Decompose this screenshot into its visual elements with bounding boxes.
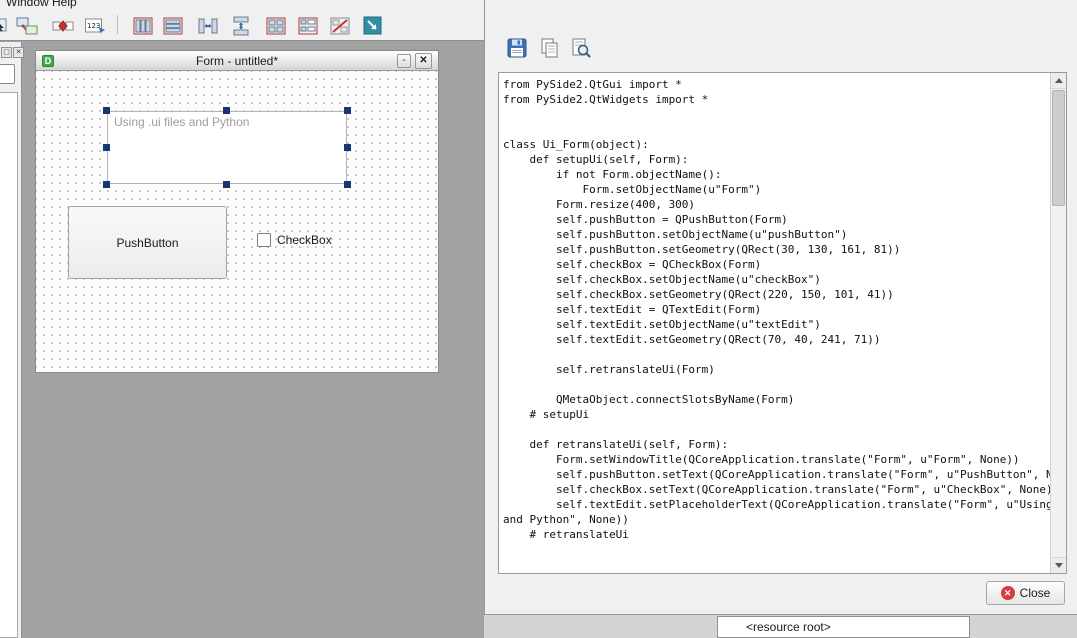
edit-widgets-button[interactable] <box>0 13 12 38</box>
form-close-button[interactable]: ✕ <box>415 53 432 69</box>
widget-box-dock: ▢ ✕ <box>0 42 22 638</box>
close-button-label: Close <box>1020 586 1051 600</box>
edit-widgets-icon <box>0 15 11 37</box>
close-icon: ✕ <box>16 49 22 56</box>
copy-button[interactable] <box>537 35 563 61</box>
checkbox-indicator[interactable] <box>257 233 271 247</box>
close-circle-icon: ✕ <box>1001 586 1015 600</box>
scrollbar-thumb[interactable] <box>1052 90 1065 206</box>
layout-form-button[interactable] <box>295 13 320 38</box>
layout-horizontal-button[interactable] <box>130 13 155 38</box>
layout-splitter-horizontal-icon <box>197 15 219 37</box>
resource-root-item[interactable]: <resource root> <box>746 620 831 634</box>
generated-code[interactable]: from PySide2.QtGui import * from PySide2… <box>499 73 1050 573</box>
menu-help[interactable]: Help <box>52 0 77 9</box>
find-icon <box>570 37 592 59</box>
form-canvas[interactable]: Using .ui files and Python PushButton Ch… <box>36 71 438 372</box>
copy-icon <box>539 37 561 59</box>
form-minimize-button[interactable]: - <box>397 54 411 68</box>
scroll-down-button[interactable] <box>1051 557 1066 573</box>
edit-tab-order-button[interactable]: 123 <box>82 13 107 38</box>
menubar: Window Help <box>0 0 484 11</box>
code-view: from PySide2.QtGui import * from PySide2… <box>498 72 1067 574</box>
adjust-size-button[interactable] <box>360 13 385 38</box>
layout-grid-icon <box>265 15 287 37</box>
edit-signals-slots-icon <box>16 15 38 37</box>
qt-designer-window: Window Help 123 <box>0 0 1077 638</box>
resource-browser: <resource root> <box>717 616 970 638</box>
break-layout-button[interactable] <box>327 13 352 38</box>
edit-tab-order-icon: 123 <box>84 15 106 37</box>
layout-form-icon <box>297 15 319 37</box>
save-icon <box>506 37 528 59</box>
form-editor-window: D Form - untitled* - ✕ Using .ui files a… <box>35 50 439 373</box>
svg-text:123: 123 <box>87 22 100 30</box>
textedit-widget[interactable]: Using .ui files and Python <box>107 111 347 184</box>
layout-grid-button[interactable] <box>263 13 288 38</box>
layout-splitter-vertical-icon <box>230 15 252 37</box>
close-dialog-button[interactable]: ✕ Close <box>986 581 1065 605</box>
code-preview-dialog: from PySide2.QtGui import * from PySide2… <box>484 0 1077 615</box>
layout-splitter-vertical-button[interactable] <box>228 13 253 38</box>
edit-buddies-button[interactable] <box>50 13 75 38</box>
layout-vertical-icon <box>162 15 184 37</box>
layout-splitter-horizontal-button[interactable] <box>195 13 220 38</box>
layout-horizontal-icon <box>132 15 154 37</box>
pushbutton-widget[interactable]: PushButton <box>68 206 227 279</box>
adjust-size-icon <box>362 15 384 37</box>
find-button[interactable] <box>568 35 594 61</box>
widget-list[interactable] <box>0 92 18 638</box>
save-button[interactable] <box>504 35 530 61</box>
break-layout-icon <box>329 15 351 37</box>
float-icon: ▢ <box>3 49 10 56</box>
menu-window[interactable]: Window <box>6 0 49 9</box>
checkbox-label: CheckBox <box>277 233 332 247</box>
widget-filter-input[interactable] <box>0 64 15 84</box>
scroll-down-arrow-icon <box>1055 563 1063 568</box>
main-toolbar: 123 <box>0 11 484 41</box>
toolbar-separator <box>117 15 118 34</box>
form-title-bar[interactable]: D Form - untitled* - ✕ <box>36 51 438 71</box>
edit-signals-slots-button[interactable] <box>14 13 39 38</box>
layout-vertical-button[interactable] <box>160 13 185 38</box>
dock-float-button[interactable]: ▢ <box>1 47 12 58</box>
edit-buddies-icon <box>52 15 74 37</box>
form-window-title: Form - untitled* <box>36 54 438 68</box>
code-scrollbar[interactable] <box>1050 73 1066 573</box>
dock-close-button[interactable]: ✕ <box>13 47 24 58</box>
scroll-up-button[interactable] <box>1051 73 1066 89</box>
checkbox-widget[interactable]: CheckBox <box>257 233 332 247</box>
scroll-up-arrow-icon <box>1055 78 1063 83</box>
